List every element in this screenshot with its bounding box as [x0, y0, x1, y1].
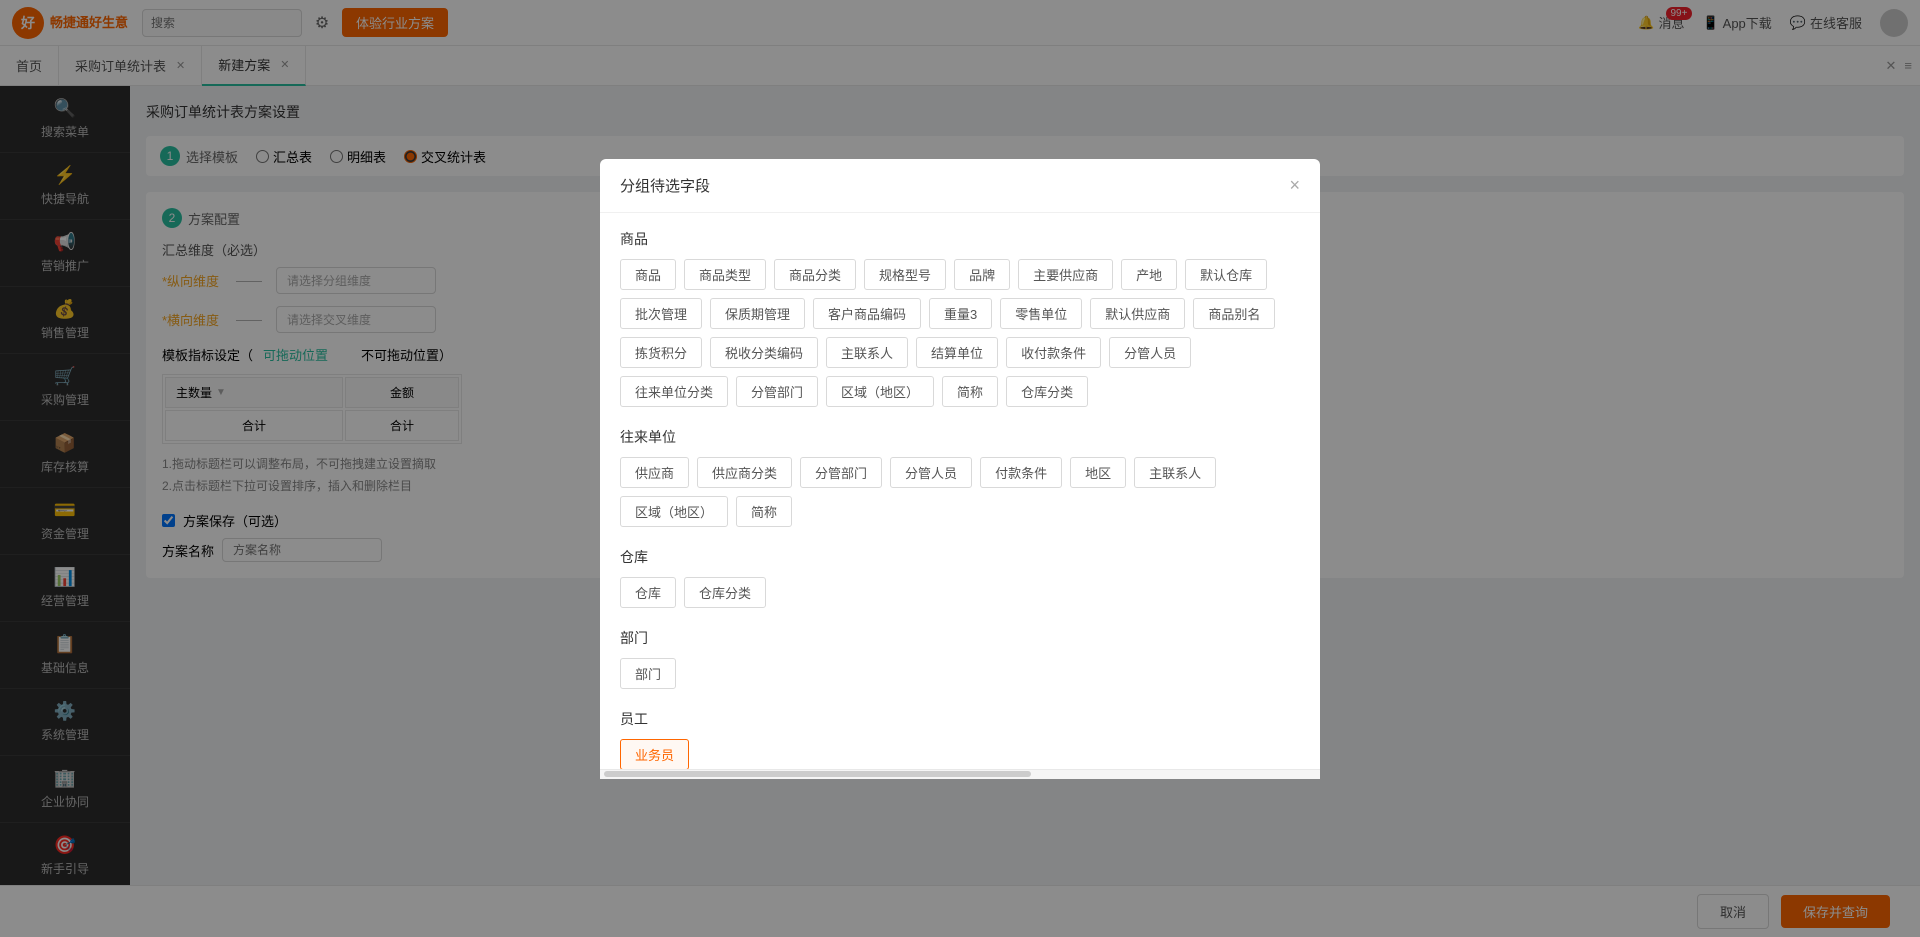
field-tags-department: 部门 [620, 658, 1300, 689]
field-group-goods-title: 商品 [620, 229, 1300, 249]
field-tag-payment-cond[interactable]: 付款条件 [980, 457, 1062, 488]
modal-overlay: 分组待选字段 × 商品 商品 商品类型 商品分类 规格型号 品牌 主要供应商 产… [0, 0, 1920, 937]
field-tags-goods: 商品 商品类型 商品分类 规格型号 品牌 主要供应商 产地 默认仓库 批次管理 … [620, 259, 1300, 407]
field-tag-storage-score[interactable]: 拣货积分 [620, 337, 702, 368]
field-tag-goods-type[interactable]: 商品类型 [684, 259, 766, 290]
field-group-counterpart: 往来单位 供应商 供应商分类 分管部门 分管人员 付款条件 地区 主联系人 区域… [620, 427, 1300, 527]
modal-title: 分组待选字段 [620, 175, 710, 196]
field-group-employee: 员工 业务员 [620, 709, 1300, 770]
field-tag-retail-unit[interactable]: 零售单位 [1000, 298, 1082, 329]
field-tag-spec-model[interactable]: 规格型号 [864, 259, 946, 290]
field-tag-goods-alias[interactable]: 商品别名 [1193, 298, 1275, 329]
field-group-counterpart-title: 往来单位 [620, 427, 1300, 447]
field-tags-counterpart: 供应商 供应商分类 分管部门 分管人员 付款条件 地区 主联系人 区域（地区） … [620, 457, 1300, 527]
field-tag-area[interactable]: 地区 [1070, 457, 1126, 488]
hscroll-thumb[interactable] [604, 771, 1031, 777]
field-tag-goods-category[interactable]: 商品分类 [774, 259, 856, 290]
field-tag-supplier[interactable]: 供应商 [620, 457, 689, 488]
field-group-warehouse: 仓库 仓库 仓库分类 [620, 547, 1300, 608]
modal-close-icon[interactable]: × [1289, 175, 1300, 196]
field-tag-dept2[interactable]: 部门 [620, 658, 676, 689]
field-tag-main-supplier[interactable]: 主要供应商 [1018, 259, 1113, 290]
field-tags-employee: 业务员 [620, 739, 1300, 770]
field-tag-weight3[interactable]: 重量3 [929, 298, 992, 329]
field-tag-dept[interactable]: 分管部门 [736, 376, 818, 407]
field-group-department-title: 部门 [620, 628, 1300, 648]
field-tag-manager[interactable]: 分管人员 [1109, 337, 1191, 368]
modal: 分组待选字段 × 商品 商品 商品类型 商品分类 规格型号 品牌 主要供应商 产… [600, 159, 1320, 779]
field-tag-from-unit-category[interactable]: 往来单位分类 [620, 376, 728, 407]
field-tag-expiry-mgmt[interactable]: 保质期管理 [710, 298, 805, 329]
field-tag-customer-code[interactable]: 客户商品编码 [813, 298, 921, 329]
field-tag-mgmt-staff[interactable]: 分管人员 [890, 457, 972, 488]
modal-body: 商品 商品 商品类型 商品分类 规格型号 品牌 主要供应商 产地 默认仓库 批次… [600, 213, 1320, 770]
field-tag-settlement-unit[interactable]: 结算单位 [916, 337, 998, 368]
field-tag-mgmt-dept[interactable]: 分管部门 [800, 457, 882, 488]
field-tag-tax-code[interactable]: 税收分类编码 [710, 337, 818, 368]
field-tag-origin[interactable]: 产地 [1121, 259, 1177, 290]
field-tag-contact[interactable]: 主联系人 [1134, 457, 1216, 488]
field-tag-short-name2[interactable]: 简称 [736, 496, 792, 527]
field-tag-default-warehouse[interactable]: 默认仓库 [1185, 259, 1267, 290]
field-tag-goods[interactable]: 商品 [620, 259, 676, 290]
field-tag-payment-terms[interactable]: 收付款条件 [1006, 337, 1101, 368]
field-tags-warehouse: 仓库 仓库分类 [620, 577, 1300, 608]
modal-header: 分组待选字段 × [600, 159, 1320, 213]
field-tag-supplier-category[interactable]: 供应商分类 [697, 457, 792, 488]
field-tag-short-name[interactable]: 简称 [942, 376, 998, 407]
field-tag-batch-mgmt[interactable]: 批次管理 [620, 298, 702, 329]
field-tag-default-supplier[interactable]: 默认供应商 [1090, 298, 1185, 329]
modal-horizontal-scrollbar[interactable] [600, 769, 1320, 778]
field-tag-wh[interactable]: 仓库 [620, 577, 676, 608]
field-tag-main-contact[interactable]: 主联系人 [826, 337, 908, 368]
field-group-employee-title: 员工 [620, 709, 1300, 729]
field-tag-warehouse-category[interactable]: 仓库分类 [1006, 376, 1088, 407]
field-tag-region2[interactable]: 区域（地区） [620, 496, 728, 527]
field-tag-sales-staff[interactable]: 业务员 [620, 739, 689, 770]
field-tag-brand[interactable]: 品牌 [954, 259, 1010, 290]
field-tag-region[interactable]: 区域（地区） [826, 376, 934, 407]
field-tag-wh-category[interactable]: 仓库分类 [684, 577, 766, 608]
field-group-warehouse-title: 仓库 [620, 547, 1300, 567]
field-group-department: 部门 部门 [620, 628, 1300, 689]
field-group-goods: 商品 商品 商品类型 商品分类 规格型号 品牌 主要供应商 产地 默认仓库 批次… [620, 229, 1300, 407]
